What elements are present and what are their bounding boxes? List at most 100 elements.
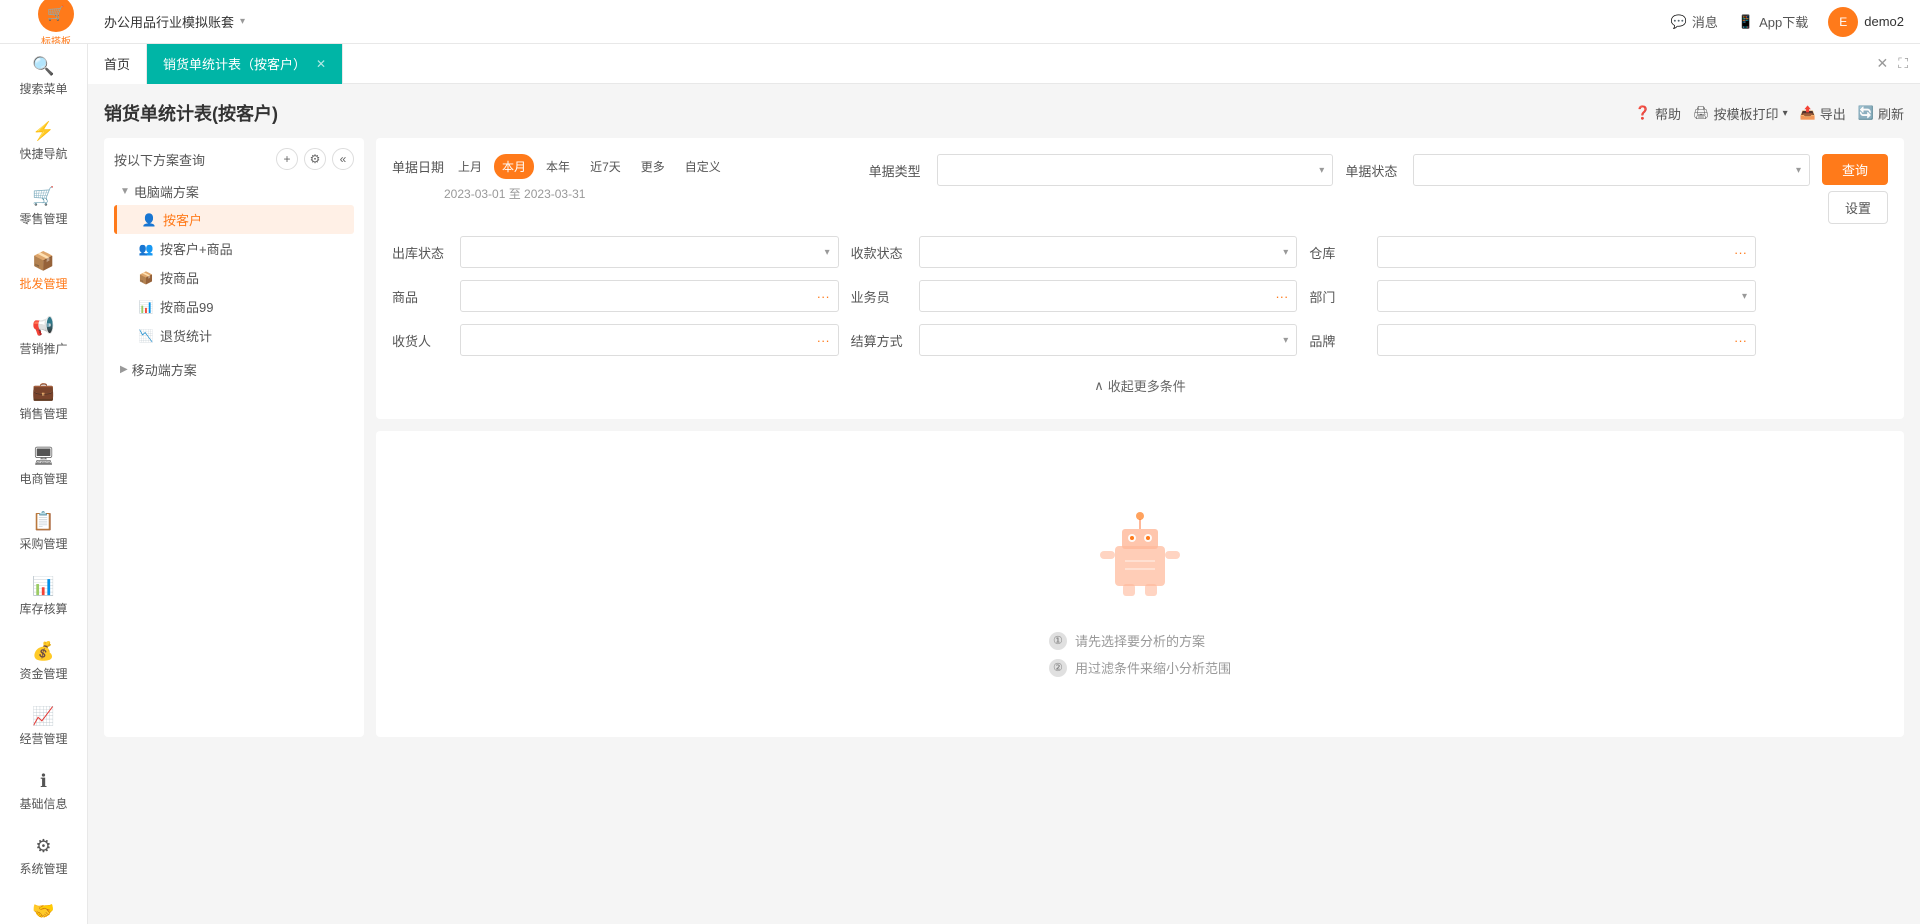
sidebar-item-marketing[interactable]: 📢 营销推广 — [0, 304, 87, 369]
app-download-action[interactable]: 📱 App下载 — [1738, 12, 1808, 31]
empty-state: ① 请先选择要分析的方案 ② 用过滤条件来缩小分析范围 — [376, 431, 1904, 737]
logo-area: 🛒 标搭板 — [16, 0, 96, 48]
settlement-control[interactable]: ▾ — [919, 324, 1298, 356]
sidebar-item-basic-info[interactable]: ℹ 基础信息 — [0, 759, 87, 824]
filter-section: 单据日期 上月 本月 本年 近7天 更多 自定义 — [376, 138, 1904, 419]
export-button[interactable]: 📤 导出 — [1800, 104, 1846, 123]
date-tab-more[interactable]: 更多 — [633, 154, 673, 179]
date-tab-last-month[interactable]: 上月 — [450, 154, 490, 179]
scheme-add-button[interactable]: + — [276, 148, 298, 170]
print-icon: 🖨 — [1693, 105, 1710, 121]
refresh-button[interactable]: 🔄 刷新 — [1858, 104, 1904, 123]
sidebar-item-quick-nav[interactable]: ⚡ 快捷导航 — [0, 109, 87, 174]
tab-close-icon[interactable]: ✕ — [316, 57, 326, 71]
order-status-control[interactable]: ▾ — [1413, 154, 1810, 186]
message-action[interactable]: 💬 消息 — [1671, 12, 1718, 31]
scheme-item-by-customer-product[interactable]: 👥 按客户+商品 — [114, 234, 354, 263]
sidebar-item-label: 采购管理 — [19, 535, 67, 552]
sidebar-item-retail-mgmt[interactable]: 🛒 零售管理 — [0, 174, 87, 239]
tab-home[interactable]: 首页 — [88, 44, 147, 84]
order-type-filter: 单据类型 ▾ — [869, 154, 1334, 186]
logo-icon: 🛒 — [38, 0, 74, 32]
hint-num-2: ② — [1049, 659, 1067, 677]
user-avatar: E — [1828, 7, 1858, 37]
scheme-title: 按以下方案查询 — [114, 150, 205, 169]
empty-svg — [1090, 501, 1190, 601]
filter-row-3: 商品 ··· 业务员 — [392, 280, 1888, 312]
scheme-item-by-product-99[interactable]: 📊 按商品99 — [114, 292, 354, 321]
empty-hints: ① 请先选择要分析的方案 ② 用过滤条件来缩小分析范围 — [1049, 631, 1231, 677]
outbound-control[interactable]: ▾ — [460, 236, 839, 268]
brand-control[interactable]: ··· — [1377, 324, 1756, 356]
tab-sales-stat[interactable]: 销货单统计表（按客户） ✕ — [147, 44, 343, 84]
sidebar-item-finance-mgmt[interactable]: 💰 资金管理 — [0, 629, 87, 694]
salesman-dots: ··· — [1275, 289, 1288, 304]
sidebar-item-purchase-mgmt[interactable]: 📋 采购管理 — [0, 499, 87, 564]
enterprise-collab-icon: 🤝 — [32, 901, 54, 922]
scheme-item-label: 按客户+商品 — [160, 239, 233, 258]
date-tab-this-year[interactable]: 本年 — [538, 154, 578, 179]
set-button[interactable]: 设置 — [1828, 191, 1888, 224]
sidebar-item-search-menu[interactable]: 🔍 搜索菜单 — [0, 44, 87, 109]
app-title-dropdown-icon[interactable]: ▾ — [240, 16, 245, 27]
user-area[interactable]: E demo2 — [1828, 7, 1904, 37]
date-tab-this-month[interactable]: 本月 — [494, 154, 534, 179]
query-button[interactable]: 查询 — [1822, 154, 1888, 185]
date-label: 单据日期 — [392, 157, 444, 176]
receiver-control[interactable]: ··· — [460, 324, 839, 356]
sidebar-item-inventory[interactable]: 📊 库存核算 — [0, 564, 87, 629]
date-tab-7days[interactable]: 近7天 — [582, 154, 629, 179]
desktop-scheme-group: ▼ 电脑端方案 👤 按客户 👥 按客户+商品 — [114, 178, 354, 350]
mobile-group-header[interactable]: ▶ 移动端方案 — [114, 356, 354, 383]
desktop-group-header[interactable]: ▼ 电脑端方案 — [114, 178, 354, 205]
scheme-item-by-product[interactable]: 📦 按商品 — [114, 263, 354, 292]
collapse-bar[interactable]: ∧ 收起更多条件 — [392, 368, 1888, 403]
date-tabs: 上月 本月 本年 近7天 更多 自定义 — [450, 154, 729, 179]
sidebar-item-label: 系统管理 — [19, 860, 67, 877]
system-mgmt-icon: ⚙ — [35, 836, 51, 857]
date-tab-custom[interactable]: 自定义 — [677, 154, 729, 179]
sidebar-item-label: 基础信息 — [19, 795, 67, 812]
top-right-actions: 💬 消息 📱 App下载 E demo2 — [1671, 7, 1904, 37]
warehouse-control[interactable]: ··· — [1377, 236, 1756, 268]
page-title: 销货单统计表(按客户) — [104, 100, 278, 126]
dept-arrow: ▾ — [1742, 291, 1747, 302]
product-control[interactable]: ··· — [460, 280, 839, 312]
empty-illustration — [1080, 491, 1200, 611]
maximize-icon[interactable]: ⛶ — [1898, 55, 1908, 72]
sidebar-item-enterprise-collab[interactable]: 🤝 企业协同 — [0, 889, 87, 924]
help-button[interactable]: ❓ 帮助 — [1635, 104, 1681, 123]
sidebar-item-ecommerce-mgmt[interactable]: 🖥 电商管理 — [0, 434, 87, 499]
top-bar: 🛒 标搭板 办公用品行业模拟账套 ▾ 💬 消息 📱 App下载 E demo2 — [0, 0, 1920, 44]
scheme-item-label: 按客户 — [163, 210, 202, 229]
scheme-collapse-button[interactable]: « — [332, 148, 354, 170]
operation-mgmt-icon: 📈 — [32, 706, 54, 727]
sidebar-item-system-mgmt[interactable]: ⚙ 系统管理 — [0, 824, 87, 889]
mobile-group-arrow: ▶ — [120, 364, 128, 375]
scheme-settings-button[interactable]: ⚙ — [304, 148, 326, 170]
export-icon: 📤 — [1800, 105, 1816, 121]
sidebar-item-label: 快捷导航 — [19, 145, 67, 162]
scheme-item-return-stat[interactable]: 📉 退货统计 — [114, 321, 354, 350]
page-header: 销货单统计表(按客户) ❓ 帮助 🖨 按模板打印 ▾ 📤 — [104, 100, 1904, 126]
receipt-control[interactable]: ▾ — [919, 236, 1298, 268]
by-product-icon: 📦 — [138, 270, 154, 286]
sidebar-item-sales-mgmt[interactable]: 💼 销售管理 — [0, 369, 87, 434]
dept-control[interactable]: ▾ — [1377, 280, 1756, 312]
date-range: 2023-03-01 至 2023-03-31 — [392, 185, 857, 202]
close-window-icon[interactable]: ✕ — [1876, 55, 1888, 72]
scheme-item-by-customer[interactable]: 👤 按客户 — [114, 205, 354, 234]
print-button[interactable]: 🖨 按模板打印 ▾ — [1693, 104, 1788, 123]
collapse-label: 收起更多条件 — [1108, 376, 1186, 395]
refresh-label: 刷新 — [1878, 104, 1904, 123]
sidebar-item-operation-mgmt[interactable]: 📈 经营管理 — [0, 694, 87, 759]
hint-num-1: ① — [1049, 632, 1067, 650]
date-filter-inner: 单据日期 上月 本月 本年 近7天 更多 自定义 — [392, 154, 857, 179]
sidebar-item-wholesale-mgmt[interactable]: 📦 批发管理 — [0, 239, 87, 304]
desktop-group-label: 电脑端方案 — [134, 182, 199, 201]
order-type-control[interactable]: ▾ — [937, 154, 1334, 186]
refresh-icon: 🔄 — [1858, 105, 1874, 121]
salesman-control[interactable]: ··· — [919, 280, 1298, 312]
sales-stat-tab-label: 销货单统计表（按客户） — [163, 54, 306, 73]
tab-maximize-area: ✕ ⛶ — [1864, 55, 1920, 72]
